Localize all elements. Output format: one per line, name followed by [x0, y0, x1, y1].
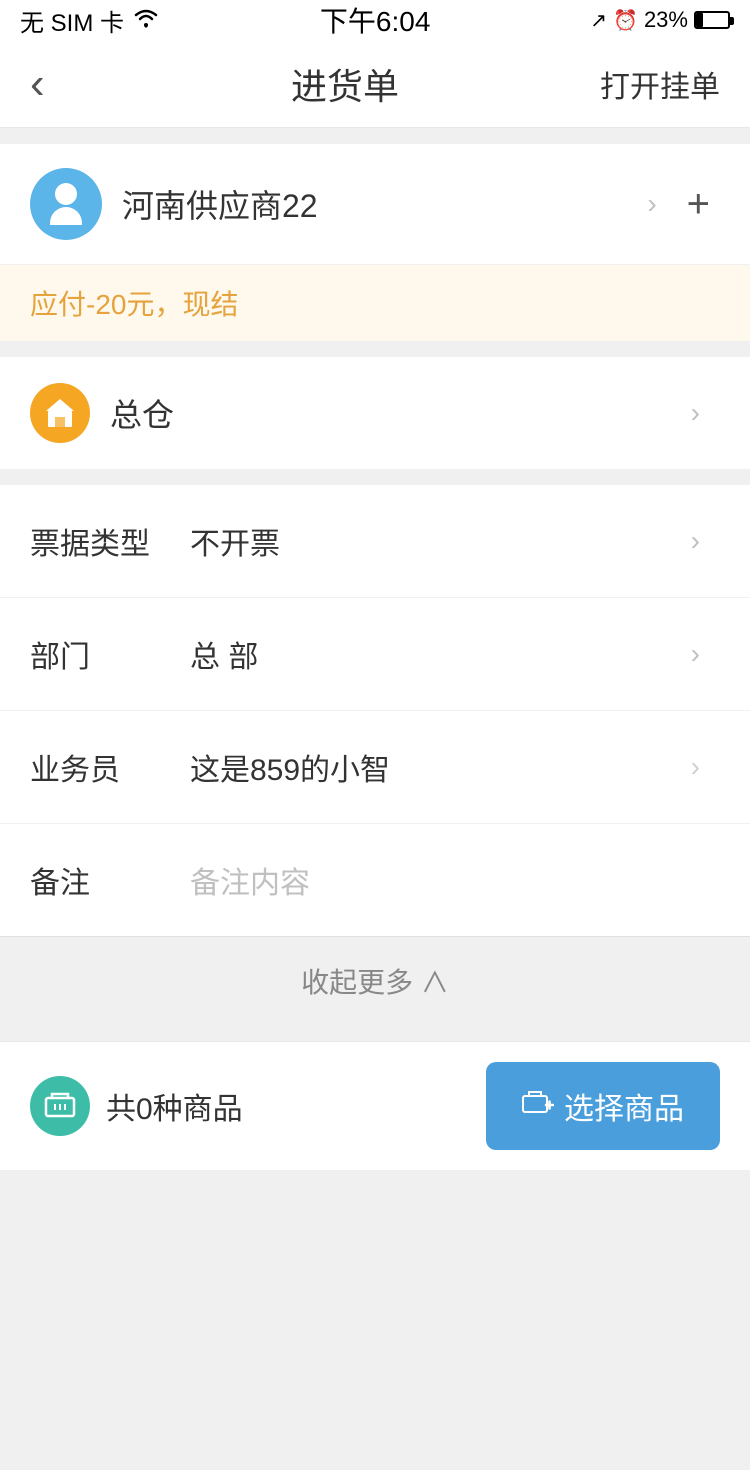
product-cart-icon [30, 1076, 90, 1136]
supplier-name: 河南供应商22 [122, 181, 647, 227]
battery-icon [694, 11, 730, 29]
carrier-text: 无 SIM 卡 [20, 3, 124, 38]
notice-bar: 应付-20元，现结 [0, 265, 750, 341]
remark-label: 备注 [30, 858, 170, 902]
warehouse-name: 总仓 [110, 390, 691, 436]
page-fill [0, 1170, 750, 1470]
invoice-label: 票据类型 [30, 519, 170, 563]
notice-text: 应付-20元，现结 [30, 289, 238, 320]
invoice-value: 不开票 [170, 519, 691, 563]
department-value: 总 部 [170, 632, 691, 676]
location-icon: ↗ [590, 8, 607, 33]
warehouse-card: 总仓 › [0, 357, 750, 469]
form-section: 票据类型 不开票 › 部门 总 部 › 业务员 这是859的小智 › 备注 备注… [0, 485, 750, 1025]
status-left: 无 SIM 卡 [20, 3, 160, 38]
supplier-card: 河南供应商22 › + 应付-20元，现结 [0, 144, 750, 341]
supplier-row[interactable]: 河南供应商22 › + [0, 144, 750, 265]
select-product-label: 选择商品 [564, 1084, 684, 1128]
invoice-row[interactable]: 票据类型 不开票 › [0, 485, 750, 598]
select-product-button[interactable]: 选择商品 [486, 1062, 720, 1150]
warehouse-row[interactable]: 总仓 › [0, 357, 750, 469]
warehouse-icon [30, 383, 90, 443]
collapse-label: 收起更多 ∧ [301, 967, 449, 998]
supplier-avatar [30, 168, 102, 240]
salesperson-label: 业务员 [30, 745, 170, 789]
alarm-icon: ⏰ [613, 8, 638, 33]
open-pending-button[interactable]: 打开挂单 [600, 62, 720, 106]
wifi-icon [132, 6, 160, 35]
salesperson-value: 这是859的小智 [170, 745, 691, 789]
remark-placeholder: 备注内容 [170, 858, 720, 902]
status-bar: 无 SIM 卡 下午6:04 ↗ ⏰ 23% [0, 0, 750, 40]
remark-row[interactable]: 备注 备注内容 [0, 824, 750, 936]
product-count: 共0种商品 [106, 1084, 486, 1128]
collapse-button[interactable]: 收起更多 ∧ [0, 936, 750, 1025]
section-gap-2 [0, 341, 750, 357]
status-time: 下午6:04 [320, 0, 431, 40]
back-button[interactable]: ‹ [30, 59, 90, 109]
section-gap-3 [0, 469, 750, 485]
department-chevron-icon: › [691, 638, 700, 670]
invoice-chevron-icon: › [691, 525, 700, 557]
nav-bar: ‹ 进货单 打开挂单 [0, 40, 750, 128]
status-right: ↗ ⏰ 23% [590, 7, 730, 33]
supplier-chevron-icon: › [647, 188, 656, 220]
section-gap-1 [0, 128, 750, 144]
product-bar: 共0种商品 选择商品 [0, 1041, 750, 1170]
warehouse-chevron-icon: › [691, 397, 700, 429]
department-row[interactable]: 部门 总 部 › [0, 598, 750, 711]
department-label: 部门 [30, 632, 170, 676]
select-product-icon [522, 1089, 554, 1124]
salesperson-row[interactable]: 业务员 这是859的小智 › [0, 711, 750, 824]
battery-percent: 23% [644, 7, 688, 33]
page-title: 进货单 [291, 58, 399, 110]
add-supplier-button[interactable]: + [677, 182, 720, 227]
salesperson-chevron-icon: › [691, 751, 700, 783]
